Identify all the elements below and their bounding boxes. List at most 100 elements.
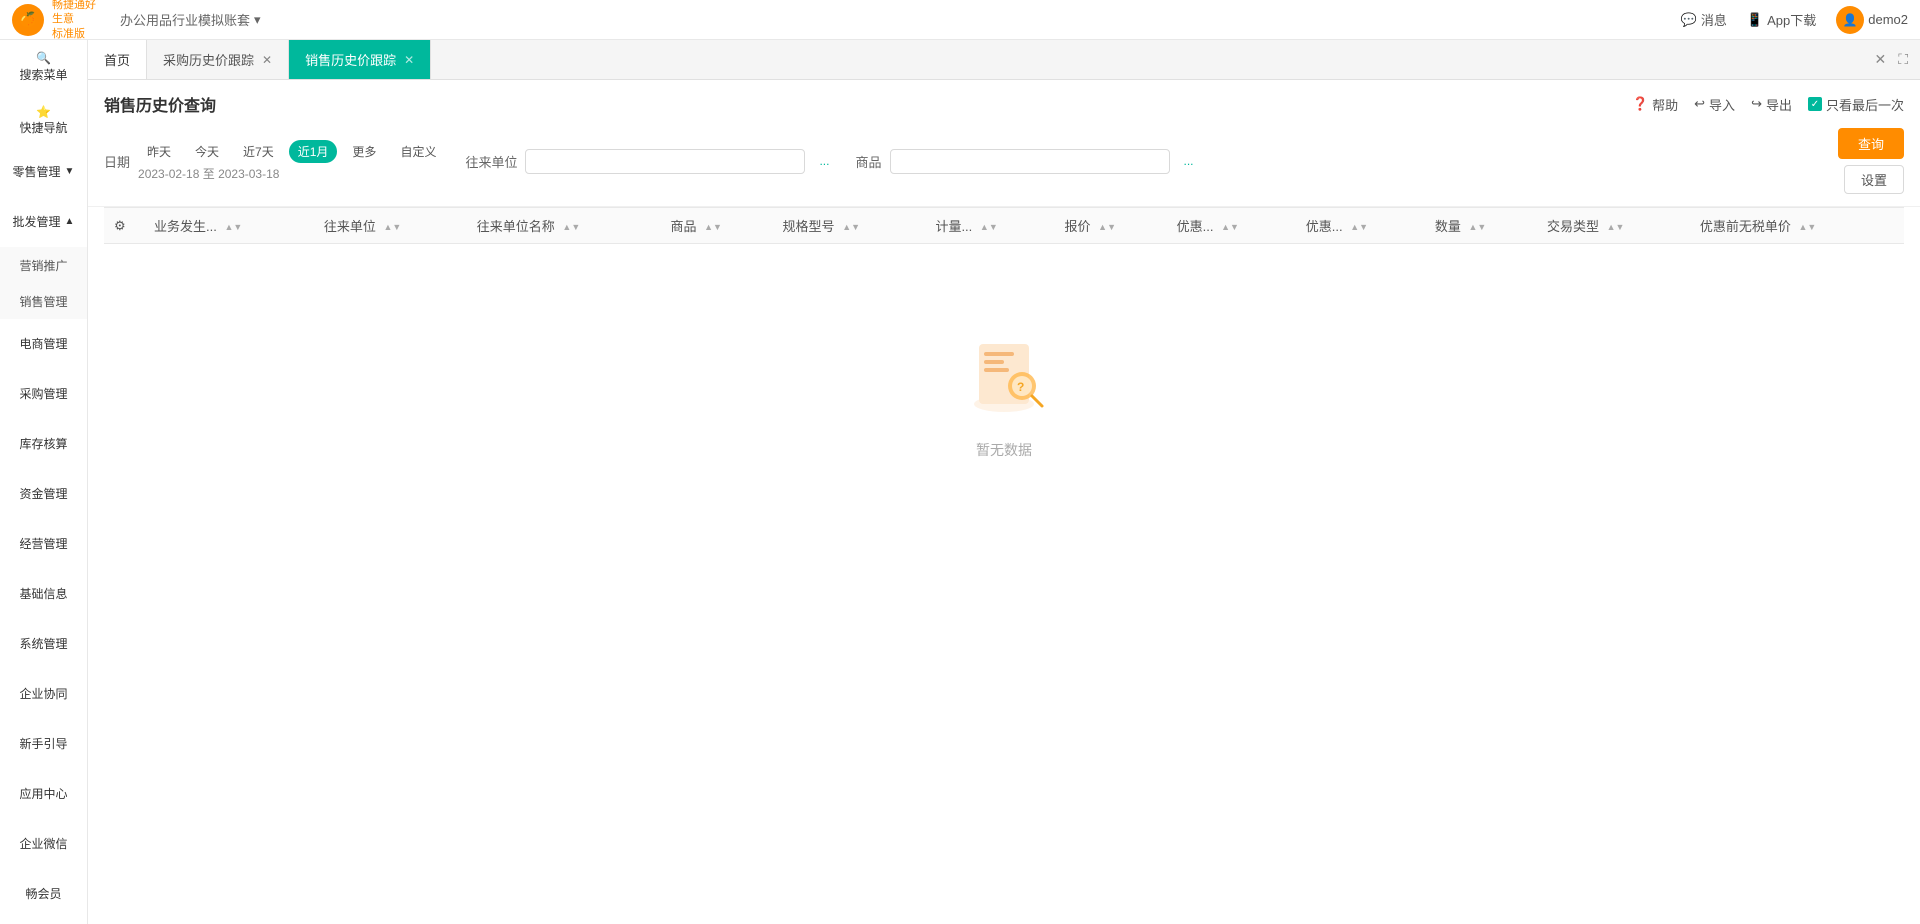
tab-home[interactable]: 首页 [88, 40, 147, 79]
filter-right-actions: 查询 设置 [1838, 128, 1904, 194]
help-btn[interactable]: ❓ 帮助 [1632, 95, 1678, 114]
date-options: 昨天 今天 近7天 近1月 更多 自定义 [138, 140, 445, 163]
sidebar-item-appcenter[interactable]: 应用中心 [0, 769, 87, 819]
date-btn-1month[interactable]: 近1月 [289, 140, 338, 163]
last-only-checkbox[interactable]: ✓ 只看最后一次 [1808, 95, 1904, 114]
sidebar-item-retail[interactable]: 零售管理 ▼ [0, 147, 87, 197]
tab-close-purchase[interactable]: ✕ [262, 53, 272, 67]
tab-close-sales[interactable]: ✕ [404, 53, 414, 67]
sort-icon: ▲▼ [1607, 223, 1625, 232]
date-btn-custom[interactable]: 自定义 [391, 140, 445, 163]
partner-ellipsis-btn[interactable]: ... [813, 152, 835, 170]
th-partner-code[interactable]: 往来单位 ▲▼ [314, 208, 467, 244]
page-actions: ❓ 帮助 ↩ 导入 ↪ 导出 ✓ 只看最后一次 [1632, 95, 1904, 114]
export-icon: ↪ [1751, 96, 1762, 112]
user-btn[interactable]: 👤 demo2 [1836, 6, 1908, 34]
sidebar-item-basic[interactable]: 基础信息 [0, 569, 87, 619]
sidebar-item-member[interactable]: 畅会员 [0, 869, 87, 919]
th-discount2[interactable]: 优惠... ▲▼ [1296, 208, 1425, 244]
top-header: 🍊 畅捷通好生意 标准版 办公用品行业模拟账套 ▾ 💬 消息 📱 App下载 👤… [0, 0, 1920, 40]
nav-icon: ⭐ [36, 104, 51, 121]
export-btn[interactable]: ↪ 导出 [1751, 95, 1792, 114]
product-label: 商品 [855, 152, 881, 171]
sidebar-item-operations[interactable]: 经营管理 [0, 519, 87, 569]
import-btn[interactable]: ↩ 导入 [1694, 95, 1735, 114]
sidebar-item-sales[interactable]: 销售管理 [0, 283, 87, 319]
th-settings[interactable]: ⚙ [104, 208, 144, 244]
table-area: ⚙ 业务发生... ▲▼ 往来单位 ▲▼ 往来单位名称 [88, 207, 1920, 924]
search-icon: 🔍 [36, 50, 51, 67]
sidebar-item-finance[interactable]: 资金管理 [0, 469, 87, 519]
th-unit[interactable]: 计量... ▲▼ [925, 208, 1054, 244]
sort-icon: ▲▼ [842, 223, 860, 232]
sidebar-item-quicknav[interactable]: ⭐ 快捷导航 [0, 94, 87, 148]
message-btn[interactable]: 💬 消息 [1681, 10, 1727, 29]
tab-close-all-btn[interactable]: ✕ [1870, 49, 1890, 70]
chevron-down-icon: ▼ [65, 165, 75, 179]
sort-icon: ▲▼ [1468, 223, 1486, 232]
sidebar-item-purchase[interactable]: 采购管理 [0, 369, 87, 419]
date-btn-today[interactable]: 今天 [186, 140, 228, 163]
settings-icon: ⚙ [114, 218, 126, 233]
date-btn-yesterday[interactable]: 昨天 [138, 140, 180, 163]
th-date[interactable]: 业务发生... ▲▼ [144, 208, 314, 244]
sort-icon: ▲▼ [1350, 223, 1368, 232]
sidebar-item-newguide[interactable]: 新手引导 [0, 719, 87, 769]
empty-state: ? 暂无数据 [104, 244, 1904, 540]
empty-icon: ? [954, 324, 1054, 424]
empty-text: 暂无数据 [976, 440, 1032, 460]
th-quantity[interactable]: 数量 ▲▼ [1425, 208, 1537, 244]
partner-label: 往来单位 [465, 152, 517, 171]
sort-icon: ▲▼ [1798, 223, 1816, 232]
th-spec[interactable]: 规格型号 ▲▼ [773, 208, 926, 244]
partner-input[interactable] [525, 149, 805, 174]
checkbox-icon: ✓ [1808, 97, 1822, 111]
breadcrumb-text: 办公用品行业模拟账套 [120, 10, 250, 29]
sidebar-item-ecommerce[interactable]: 电商管理 [0, 319, 87, 369]
sidebar-item-enterprise[interactable]: 企业协同 [0, 669, 87, 719]
product-filter-group: 商品 ... [855, 149, 1199, 174]
th-discount1[interactable]: 优惠... ▲▼ [1167, 208, 1296, 244]
sort-icon: ▲▼ [384, 223, 402, 232]
date-options-col: 昨天 今天 近7天 近1月 更多 自定义 2023-02-18 至 2023-0… [138, 140, 445, 182]
date-filter-group: 日期 昨天 今天 近7天 近1月 更多 自定义 2023-02-18 至 202… [104, 140, 445, 182]
th-partner-name[interactable]: 往来单位名称 ▲▼ [467, 208, 661, 244]
logo-icon: 🍊 [12, 4, 44, 36]
sidebar-item-inventory[interactable]: 库存核算 [0, 419, 87, 469]
sidebar-item-wholesale[interactable]: 批发管理 ▲ [0, 197, 87, 247]
date-btn-7days[interactable]: 近7天 [234, 140, 283, 163]
tab-purchase-history[interactable]: 采购历史价跟踪 ✕ [147, 40, 289, 79]
sort-icon: ▲▼ [562, 223, 580, 232]
product-input[interactable] [890, 149, 1170, 174]
download-btn[interactable]: 📱 App下载 [1747, 10, 1816, 29]
sort-icon: ▲▼ [704, 223, 722, 232]
sidebar-item-search[interactable]: 🔍 搜索菜单 [0, 40, 87, 94]
sort-icon: ▲▼ [1098, 223, 1116, 232]
data-table: ⚙ 业务发生... ▲▼ 往来单位 ▲▼ 往来单位名称 [104, 207, 1904, 540]
product-ellipsis-btn[interactable]: ... [1178, 152, 1200, 170]
chevron-up-icon: ▲ [65, 215, 75, 229]
header-right: 💬 消息 📱 App下载 👤 demo2 [1681, 6, 1908, 34]
tab-maximize-btn[interactable]: ⛶ [1894, 49, 1912, 70]
th-product[interactable]: 商品 ▲▼ [660, 208, 772, 244]
help-icon: ❓ [1632, 96, 1648, 112]
sidebar-item-wechat[interactable]: 企业微信 [0, 819, 87, 869]
th-pretax-price[interactable]: 优惠前无税单价 ▲▼ [1690, 208, 1904, 244]
breadcrumb-select[interactable]: 办公用品行业模拟账套 ▾ [120, 10, 261, 29]
th-quote[interactable]: 报价 ▲▼ [1055, 208, 1167, 244]
th-trade-type[interactable]: 交易类型 ▲▼ [1537, 208, 1690, 244]
settings-button[interactable]: 设置 [1844, 165, 1904, 194]
sidebar-item-marketing[interactable]: 营销推广 [0, 247, 87, 283]
date-btn-more[interactable]: 更多 [343, 140, 385, 163]
header-center: 办公用品行业模拟账套 ▾ [100, 10, 1681, 29]
sidebar-item-system[interactable]: 系统管理 [0, 619, 87, 669]
logo-text: 畅捷通好生意 标准版 [52, 0, 100, 41]
filter-area: 日期 昨天 今天 近7天 近1月 更多 自定义 2023-02-18 至 202… [88, 116, 1920, 207]
tab-sales-history[interactable]: 销售历史价跟踪 ✕ [289, 40, 431, 79]
logo-area: 🍊 畅捷通好生意 标准版 [12, 0, 100, 41]
content-area: 销售历史价查询 ❓ 帮助 ↩ 导入 ↪ 导出 ✓ [88, 80, 1920, 924]
tab-actions: ✕ ⛶ [1862, 40, 1920, 79]
svg-text:?: ? [1017, 380, 1024, 394]
query-button[interactable]: 查询 [1838, 128, 1904, 159]
avatar: 👤 [1836, 6, 1864, 34]
